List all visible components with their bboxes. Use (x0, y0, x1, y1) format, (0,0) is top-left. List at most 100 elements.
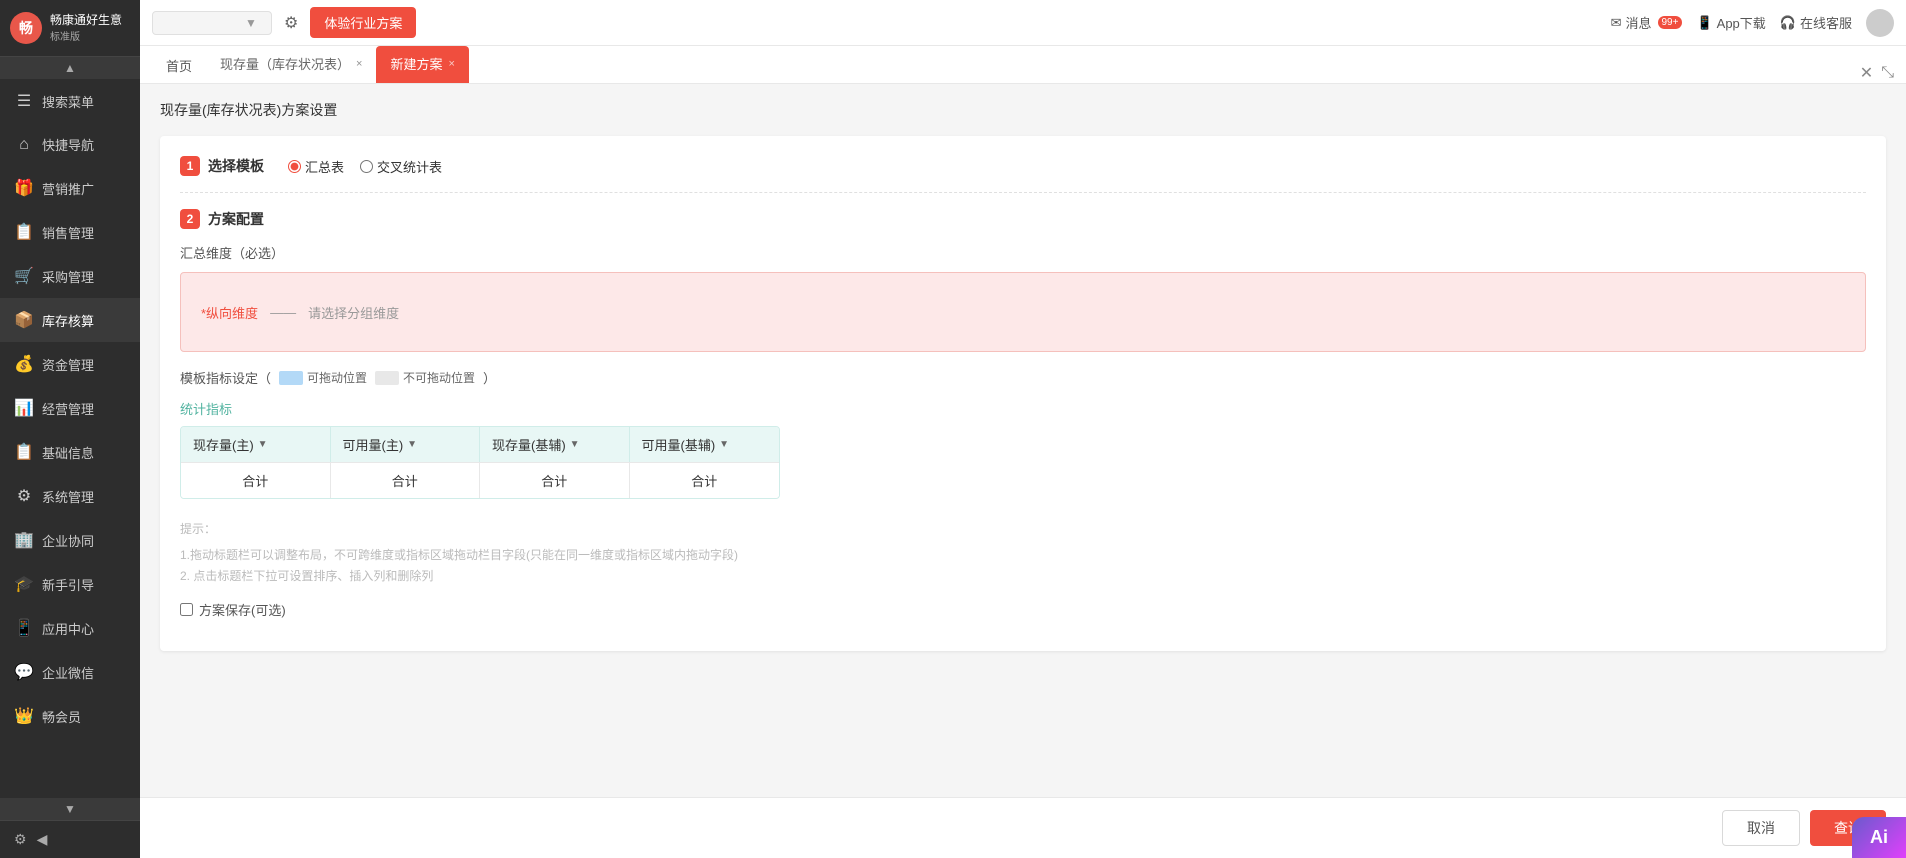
col-label-3: 可用量(基辅) (642, 435, 716, 454)
collapse-button[interactable]: ◀ (37, 831, 48, 848)
sidebar-item-management[interactable]: 📊 经营管理 (0, 386, 140, 430)
sidebar-item-finance[interactable]: 💰 资金管理 (0, 342, 140, 386)
stats-header-col-3[interactable]: 可用量(基辅) ▼ (630, 427, 780, 462)
tab-home[interactable]: 首页 (152, 48, 206, 83)
draggable-label: 可拖动位置 (307, 369, 367, 386)
radio-cross-label: 交叉统计表 (377, 157, 442, 176)
search-dropdown-icon[interactable]: ▼ (245, 16, 257, 30)
save-checkbox-label[interactable]: 方案保存(可选) (199, 600, 286, 619)
sidebar-item-label: 搜索菜单 (42, 92, 94, 111)
stats-data-cell-0-3: 合计 (630, 462, 780, 498)
sidebar-item-base-info[interactable]: 📋 基础信息 (0, 430, 140, 474)
stats-section-label: 统计指标 (180, 399, 1866, 418)
save-checkbox-input[interactable] (180, 603, 193, 616)
sidebar-nav: ☰ 搜索菜单 ⌂ 快捷导航 🎁 营销推广 📋 销售管理 🛒 采购管理 📦 库存核… (0, 79, 140, 798)
sidebar-item-wechat[interactable]: 💬 企业微信 (0, 650, 140, 694)
col-dropdown-3[interactable]: ▼ (719, 439, 729, 450)
inventory-tab-close[interactable]: × (356, 58, 362, 70)
non-draggable-box (375, 371, 399, 385)
radio-summary-input[interactable] (288, 160, 301, 173)
gift-icon: 🎁 (14, 178, 34, 198)
legend-draggable: 可拖动位置 (279, 369, 367, 386)
search-input[interactable] (161, 16, 241, 30)
radio-cross-input[interactable] (360, 160, 373, 173)
sidebar-item-marketing[interactable]: 🎁 营销推广 (0, 166, 140, 210)
online-support-group[interactable]: 🎧 在线客服 (1780, 13, 1852, 32)
new-tab-close[interactable]: × (448, 58, 454, 70)
tab-close-icon[interactable]: ✕ (1860, 63, 1873, 83)
template-label-text: 模板指标设定（ (180, 368, 271, 387)
radio-summary[interactable]: 汇总表 (288, 157, 344, 176)
settings-icon[interactable]: ⚙ (284, 13, 298, 33)
sidebar-logo: 畅 畅康通好生意 标准版 (0, 0, 140, 57)
template-settings: 模板指标设定（ 可拖动位置 不可拖动位置 ） 统计指标 (180, 368, 1866, 499)
info-icon: 📋 (14, 442, 34, 462)
sidebar-item-label: 系统管理 (42, 487, 94, 506)
stats-header-row: 现存量(主) ▼ 可用量(主) ▼ 现存量(基辅) ▼ (181, 427, 779, 462)
chat-icon: 💬 (14, 662, 34, 682)
settings-button[interactable]: ⚙ (14, 831, 27, 848)
tab-new-plan[interactable]: 新建方案 × (376, 46, 468, 83)
step-divider (180, 192, 1866, 193)
draggable-box (279, 371, 303, 385)
sidebar-item-label: 资金管理 (42, 355, 94, 374)
crown-icon: 👑 (14, 706, 34, 726)
home-icon: ⌂ (14, 136, 34, 154)
sidebar-item-purchase[interactable]: 🛒 采购管理 (0, 254, 140, 298)
cancel-button[interactable]: 取消 (1722, 810, 1800, 846)
tab-inventory[interactable]: 现存量（库存状况表） × (206, 46, 376, 83)
col-dropdown-1[interactable]: ▼ (407, 439, 417, 450)
action-bar: 取消 查询 (140, 797, 1906, 858)
sidebar-item-sales[interactable]: 📋 销售管理 (0, 210, 140, 254)
col-dropdown-0[interactable]: ▼ (258, 439, 268, 450)
sidebar-bottom: ⚙ ◀ (0, 820, 140, 858)
sidebar: 畅 畅康通好生意 标准版 ▲ ☰ 搜索菜单 ⌂ 快捷导航 🎁 营销推广 📋 销售… (0, 0, 140, 858)
tip-item-0: 1.拖动标题栏可以调整布局，不可跨维度或指标区域拖动栏目字段(只能在同一维度或指… (180, 545, 1866, 567)
content-area: 现存量(库存状况表)方案设置 1 选择模板 汇总表 交叉统计表 (140, 84, 1906, 797)
sidebar-item-newbie[interactable]: 🎓 新手引导 (0, 562, 140, 606)
sidebar-scroll-up[interactable]: ▲ (0, 57, 140, 79)
sidebar-item-enterprise[interactable]: 🏢 企业协同 (0, 518, 140, 562)
stats-table: 现存量(主) ▼ 可用量(主) ▼ 现存量(基辅) ▼ (180, 426, 780, 499)
tips-title: 提示： (180, 519, 1866, 541)
avatar[interactable] (1866, 9, 1894, 37)
building-icon: 🏢 (14, 530, 34, 550)
home-tab-label: 首页 (166, 56, 192, 75)
trial-button[interactable]: 体验行业方案 (310, 7, 416, 38)
radio-summary-label: 汇总表 (305, 157, 344, 176)
sidebar-item-label: 营销推广 (42, 179, 94, 198)
sidebar-item-quick-nav[interactable]: ⌂ 快捷导航 (0, 123, 140, 166)
sidebar-item-inventory[interactable]: 📦 库存核算 (0, 298, 140, 342)
app-logo-icon: 畅 (10, 12, 42, 44)
messages-group[interactable]: ✉ 消息 99+ (1611, 13, 1683, 32)
new-tab-label: 新建方案 (390, 54, 442, 73)
topbar: ▼ ⚙ 体验行业方案 ✉ 消息 99+ 📱 App下载 🎧 在线客服 (140, 0, 1906, 46)
messages-label: 消息 (1625, 13, 1651, 32)
tab-resize-icon[interactable]: ⤡ (1881, 64, 1894, 82)
search-box[interactable]: ▼ (152, 11, 272, 35)
template-radio-group: 汇总表 交叉统计表 (288, 157, 442, 176)
sidebar-item-app-center[interactable]: 📱 应用中心 (0, 606, 140, 650)
sidebar-item-label: 应用中心 (42, 619, 94, 638)
main-area: ▼ ⚙ 体验行业方案 ✉ 消息 99+ 📱 App下载 🎧 在线客服 首页 (140, 0, 1906, 858)
app-version: 标准版 (50, 28, 122, 43)
dimension-box[interactable]: *纵向维度 —— 请选择分组维度 (180, 272, 1866, 352)
radio-cross[interactable]: 交叉统计表 (360, 157, 442, 176)
stats-header-col-2[interactable]: 现存量(基辅) ▼ (480, 427, 630, 462)
sidebar-item-search-menu[interactable]: ☰ 搜索菜单 (0, 79, 140, 123)
sidebar-item-system[interactable]: ⚙ 系统管理 (0, 474, 140, 518)
col-dropdown-2[interactable]: ▼ (570, 439, 580, 450)
legend-non-draggable: 不可拖动位置 (375, 369, 475, 386)
app-download-group[interactable]: 📱 App下载 (1696, 13, 1765, 32)
non-draggable-label: 不可拖动位置 (403, 369, 475, 386)
step2-badge: 2 (180, 209, 200, 229)
inventory-tab-label: 现存量（库存状况表） (220, 54, 350, 73)
sidebar-scroll-down[interactable]: ▼ (0, 798, 140, 820)
stats-header-col-0[interactable]: 现存量(主) ▼ (181, 427, 331, 462)
cart-icon: 🛒 (14, 266, 34, 286)
stats-header-col-1[interactable]: 可用量(主) ▼ (331, 427, 481, 462)
stats-section: 统计指标 现存量(主) ▼ 可用量(主) ▼ (180, 399, 1866, 499)
step2-label: 方案配置 (208, 209, 264, 229)
ai-button[interactable]: Ai (1852, 817, 1906, 858)
sidebar-item-member[interactable]: 👑 畅会员 (0, 694, 140, 738)
